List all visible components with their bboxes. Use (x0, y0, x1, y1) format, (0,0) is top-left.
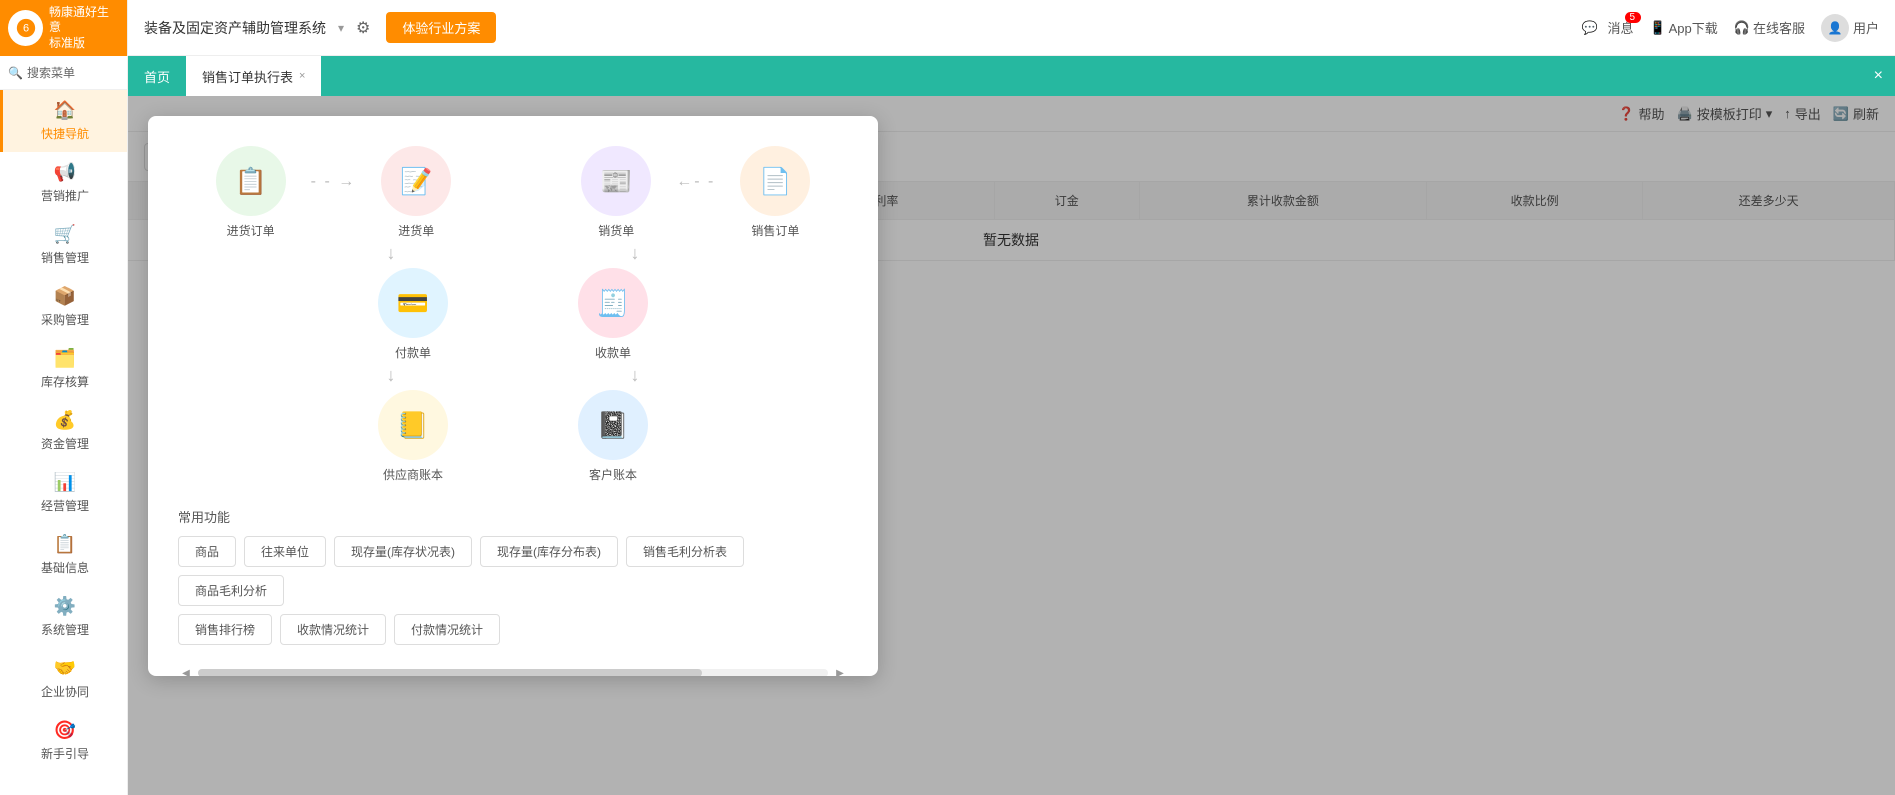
receipt-icon: 🧾 (578, 268, 648, 338)
modal-overlay: 📋 进货订单 - - → 📝 进货单 (128, 96, 1895, 795)
flow-node-purchase-order[interactable]: 📋 进货订单 (191, 146, 311, 239)
logo-icon: 6 (8, 10, 43, 46)
flow-diagram: 📋 进货订单 - - → 📝 进货单 (178, 146, 848, 483)
tab-bar-close-icon[interactable]: × (1874, 67, 1883, 85)
scrollbar-track[interactable] (198, 669, 828, 676)
sidebar-item-marketing[interactable]: 📢 营销推广 (0, 152, 127, 214)
user-avatar: 👤 (1821, 14, 1849, 42)
flow-node-purchase-slip[interactable]: 📝 进货单 (356, 146, 476, 239)
quick-nav-icon: 🏠 (54, 100, 76, 121)
basic-info-icon: 📋 (54, 534, 76, 555)
enterprise-icon: 🤝 (54, 658, 76, 679)
marketing-icon: 📢 (54, 162, 76, 183)
sidebar: 6 畅康通好生意 标准版 🔍 搜索菜单 🏠 快捷导航 📢 营销推广 🛒 销售管理 (0, 0, 128, 795)
btn-sales-ranking[interactable]: 销售排行榜 (178, 614, 272, 645)
flow-node-receipt[interactable]: 🧾 收款单 (553, 268, 673, 361)
sales-icon: 🛒 (54, 224, 76, 245)
sidebar-item-sales[interactable]: 🛒 销售管理 (0, 214, 127, 276)
btn-receipt-stats[interactable]: 收款情况统计 (280, 614, 386, 645)
btn-payment-stats[interactable]: 付款情况统计 (394, 614, 500, 645)
common-functions-title: 常用功能 (178, 507, 848, 526)
user-area[interactable]: 👤 用户 (1821, 14, 1879, 42)
message-icon: 💬 (1582, 20, 1598, 36)
newbie-icon: 🎯 (54, 720, 76, 741)
btn-sales-margin-analysis[interactable]: 销售毛利分析表 (626, 536, 744, 567)
sidebar-item-newbie[interactable]: 🎯 新手引导 (0, 710, 127, 772)
btn-inventory-status[interactable]: 现存量(库存状况表) (334, 536, 472, 567)
flow-node-payment[interactable]: 💳 付款单 (353, 268, 473, 361)
logo-text: 畅康通好生意 标准版 (49, 5, 119, 52)
search-icon: 🔍 (8, 66, 23, 80)
purchase-order-icon: 📋 (216, 146, 286, 216)
modal-scrollbar: ◀ ▶ (178, 665, 848, 676)
scrollbar-thumb (198, 669, 702, 676)
operations-icon: 📊 (54, 472, 76, 493)
btn-partners[interactable]: 往来单位 (244, 536, 326, 567)
sidebar-item-operations[interactable]: 📊 经营管理 (0, 462, 127, 524)
purchase-icon: 📦 (54, 286, 76, 307)
common-buttons-row1: 商品 往来单位 现存量(库存状况表) 现存量(库存分布表) 销售毛利分析表 商品… (178, 536, 848, 606)
system-title: 装备及固定资产辅助管理系统 (144, 18, 326, 38)
logo-area: 6 畅康通好生意 标准版 (0, 0, 127, 56)
flow-node-customer-account[interactable]: 📓 客户账本 (553, 390, 673, 483)
svg-text:6: 6 (22, 23, 28, 35)
arrow-payment-down: ↓ (331, 365, 451, 386)
modal-box: 📋 进货订单 - - → 📝 进货单 (148, 116, 878, 676)
finance-icon: 💰 (54, 410, 76, 431)
sidebar-item-basic-info[interactable]: 📋 基础信息 (0, 524, 127, 586)
customer-account-icon: 📓 (578, 390, 648, 460)
settings-gear-icon[interactable]: ⚙ (356, 18, 370, 38)
online-service-button[interactable]: 🎧 在线客服 (1734, 18, 1805, 37)
sidebar-search[interactable]: 🔍 搜索菜单 (0, 56, 127, 90)
sidebar-item-quick-nav[interactable]: 🏠 快捷导航 (0, 90, 127, 152)
payment-icon: 💳 (378, 268, 448, 338)
sidebar-item-system[interactable]: ⚙️ 系统管理 (0, 586, 127, 648)
try-button[interactable]: 体验行业方案 (386, 12, 496, 43)
sales-order-icon: 📄 (740, 146, 810, 216)
app-download-button[interactable]: 📱 App下载 (1649, 18, 1717, 37)
sales-slip-icon: 📰 (581, 146, 651, 216)
top-bar-right: 💬 5 消息 📱 App下载 🎧 在线客服 👤 用户 (1582, 14, 1879, 42)
main-area: 装备及固定资产辅助管理系统 ▾ ⚙ 体验行业方案 💬 5 消息 📱 App下载 … (128, 0, 1895, 795)
system-icon: ⚙️ (54, 596, 76, 617)
sidebar-item-inventory[interactable]: 🗂️ 库存核算 (0, 338, 127, 400)
common-buttons-row2: 销售排行榜 收款情况统计 付款情况统计 (178, 614, 848, 645)
tab-close-icon[interactable]: × (299, 70, 305, 82)
scrollbar-right-arrow[interactable]: ▶ (832, 665, 848, 676)
sidebar-item-enterprise[interactable]: 🤝 企业协同 (0, 648, 127, 710)
arrow-purchaseslip-down: ↓ (331, 243, 451, 264)
tab-bar: 首页 销售订单执行表 × × (128, 56, 1895, 96)
sidebar-menu: 🏠 快捷导航 📢 营销推广 🛒 销售管理 📦 采购管理 🗂️ 库存核算 💰 (0, 90, 127, 795)
btn-products[interactable]: 商品 (178, 536, 236, 567)
arrow-receipt-down: ↓ (575, 365, 695, 386)
tab-sales-execution[interactable]: 销售订单执行表 × (186, 56, 321, 96)
common-functions-section: 常用功能 商品 往来单位 现存量(库存状况表) 现存量(库存分布表) 销售毛利分… (178, 507, 848, 655)
supplier-account-icon: 📒 (378, 390, 448, 460)
service-icon: 🎧 (1734, 20, 1750, 36)
system-dropdown-arrow[interactable]: ▾ (338, 21, 344, 35)
inventory-icon: 🗂️ (54, 348, 76, 369)
flow-node-supplier-account[interactable]: 📒 供应商账本 (353, 390, 473, 483)
content-area: ❓ 帮助 🖨️ 按模板打印 ▾ ↑ 导出 🔄 刷新 (128, 96, 1895, 795)
arrow-salesslip-down: ↓ (575, 243, 695, 264)
purchase-slip-icon: 📝 (381, 146, 451, 216)
sidebar-item-finance[interactable]: 💰 资金管理 (0, 400, 127, 462)
scrollbar-left-arrow[interactable]: ◀ (178, 665, 194, 676)
arrow-salesorder-to-salesslip: ←- - (676, 173, 715, 213)
phone-icon: 📱 (1649, 20, 1665, 36)
tab-home[interactable]: 首页 (128, 56, 186, 96)
sidebar-item-purchase[interactable]: 📦 采购管理 (0, 276, 127, 338)
btn-inventory-dist[interactable]: 现存量(库存分布表) (480, 536, 618, 567)
message-button[interactable]: 💬 5 消息 (1582, 18, 1634, 37)
top-bar: 装备及固定资产辅助管理系统 ▾ ⚙ 体验行业方案 💬 5 消息 📱 App下载 … (128, 0, 1895, 56)
btn-product-margin[interactable]: 商品毛利分析 (178, 575, 284, 606)
flow-node-sales-order[interactable]: 📄 销售订单 (715, 146, 835, 239)
arrow-purchase-to-purchaseslip: - - → (311, 173, 357, 213)
flow-node-sales-slip[interactable]: 📰 销货单 (556, 146, 676, 239)
